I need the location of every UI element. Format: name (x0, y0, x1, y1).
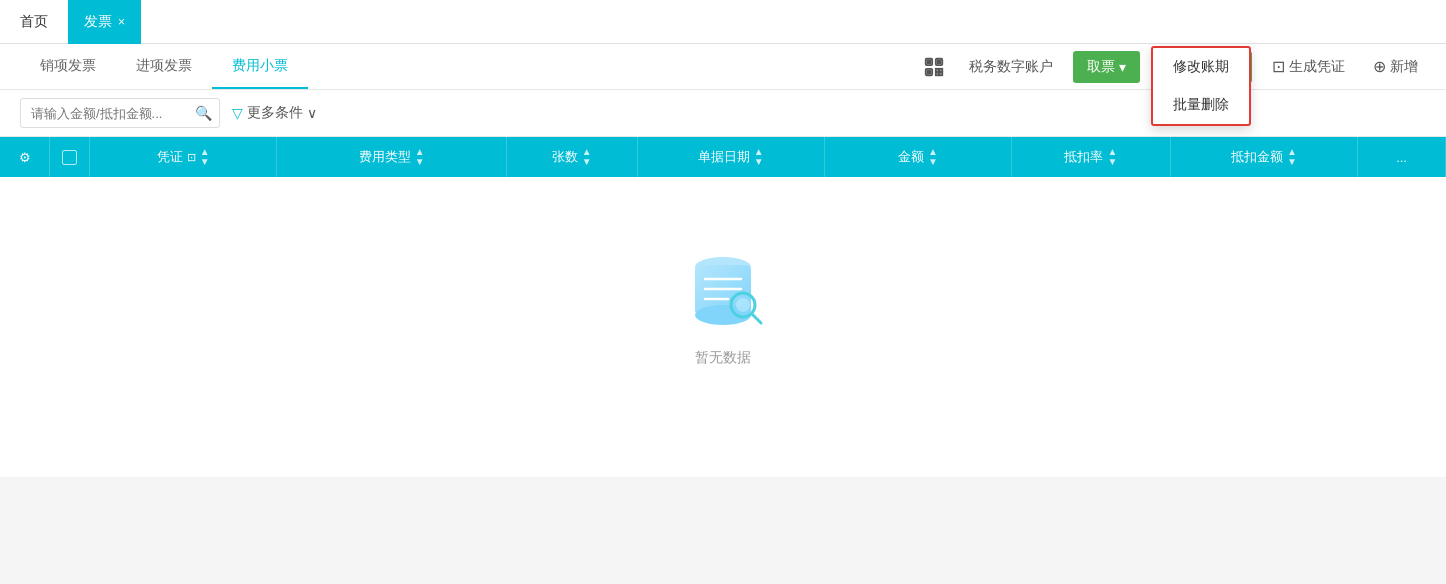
take-ticket-button[interactable]: 取票 ▾ (1073, 51, 1140, 83)
th-date-label: 单据日期 (698, 148, 750, 166)
th-deduction-rate-label: 抵扣率 (1064, 148, 1103, 166)
add-new-button[interactable]: ⊕ 新增 (1365, 57, 1426, 76)
dropdown-batch-delete[interactable]: 批量删除 (1153, 86, 1249, 124)
tax-account-button[interactable]: 税务数字账户 (961, 58, 1061, 76)
add-new-icon: ⊕ (1373, 57, 1386, 76)
tab-sales-invoice[interactable]: 销项发票 (20, 44, 116, 89)
th-deduction-rate[interactable]: 抵扣率 ▲▼ (1012, 137, 1171, 177)
th-deduction-rate-sort: ▲▼ (1107, 147, 1117, 167)
sub-tabs-left: 销项发票 进项发票 费用小票 (20, 44, 308, 89)
tab-input-invoice[interactable]: 进项发票 (116, 44, 212, 89)
gen-voucher-label: 生成凭证 (1289, 58, 1345, 76)
th-amount-sort: ▲▼ (928, 147, 938, 167)
empty-state-icon (673, 237, 773, 337)
take-ticket-label: 取票 (1087, 58, 1115, 76)
qr-code-button[interactable] (919, 52, 949, 82)
th-amount[interactable]: 金额 ▲▼ (825, 137, 1012, 177)
empty-state-text: 暂无数据 (695, 349, 751, 367)
th-voucher-label: 凭证 (157, 148, 183, 166)
svg-line-18 (752, 314, 761, 323)
th-deduction-amount[interactable]: 抵扣金额 ▲▼ (1171, 137, 1358, 177)
svg-rect-5 (936, 72, 939, 75)
invoice-tab-label: 发票 (84, 13, 112, 31)
search-icon[interactable]: 🔍 (195, 105, 212, 121)
tab-expense-receipt[interactable]: 费用小票 (212, 44, 308, 89)
settings-icon: ⚙ (19, 150, 31, 165)
th-settings[interactable]: ⚙ (0, 137, 50, 177)
th-date[interactable]: 单据日期 ▲▼ (638, 137, 825, 177)
th-checkbox[interactable] (50, 137, 90, 177)
gen-voucher-button[interactable]: ⊡ 生成凭证 (1264, 57, 1353, 76)
content-area: 暂无数据 (0, 177, 1446, 477)
th-more[interactable]: ... (1358, 137, 1446, 177)
th-expense-type-sort: ▲▼ (415, 147, 425, 167)
th-voucher-sort: ▲▼ (200, 147, 210, 167)
table-header: ⚙ 凭证 ⊡ ▲▼ 费用类型 ▲▼ 张数 ▲▼ 单据日期 ▲▼ 金额 ▲▼ 抵扣… (0, 137, 1446, 177)
take-ticket-dropdown-icon: ▾ (1119, 59, 1126, 75)
th-voucher[interactable]: 凭证 ⊡ ▲▼ (90, 137, 277, 177)
th-count-sort: ▲▼ (582, 147, 592, 167)
filter-icon: ▽ (232, 105, 243, 121)
top-nav: 首页 发票 × (0, 0, 1446, 44)
th-deduction-amount-label: 抵扣金额 (1231, 148, 1283, 166)
select-all-checkbox[interactable] (62, 150, 77, 165)
th-more-label: ... (1396, 150, 1407, 165)
svg-rect-3 (936, 68, 939, 71)
svg-rect-8 (938, 60, 941, 63)
gen-voucher-icon: ⊡ (1272, 57, 1285, 76)
dropdown-modify-period[interactable]: 修改账期 (1153, 48, 1249, 86)
th-expense-type-label: 费用类型 (359, 148, 411, 166)
svg-rect-6 (940, 72, 943, 75)
empty-state: 暂无数据 (0, 177, 1446, 407)
more-conditions-button[interactable]: ▽ 更多条件 ∨ (232, 104, 317, 122)
batch-ops-dropdown: 修改账期 批量删除 (1151, 46, 1251, 126)
home-nav-item[interactable]: 首页 (0, 0, 68, 44)
search-input[interactable] (20, 98, 220, 128)
search-wrap: 🔍 (20, 98, 220, 128)
invoice-tab[interactable]: 发票 × (68, 0, 141, 44)
svg-rect-9 (928, 70, 931, 73)
th-date-sort: ▲▼ (754, 147, 764, 167)
th-expense-type[interactable]: 费用类型 ▲▼ (277, 137, 507, 177)
th-count[interactable]: 张数 ▲▼ (507, 137, 637, 177)
more-conditions-chevron: ∨ (307, 105, 317, 121)
more-conditions-label: 更多条件 (247, 104, 303, 122)
add-new-label: 新增 (1390, 58, 1418, 76)
th-voucher-icon: ⊡ (187, 151, 196, 164)
svg-point-17 (736, 298, 750, 312)
svg-rect-4 (940, 68, 943, 71)
th-deduction-amount-sort: ▲▼ (1287, 147, 1297, 167)
th-count-label: 张数 (552, 148, 578, 166)
th-amount-label: 金额 (898, 148, 924, 166)
svg-rect-7 (928, 60, 931, 63)
invoice-tab-close[interactable]: × (118, 15, 125, 29)
